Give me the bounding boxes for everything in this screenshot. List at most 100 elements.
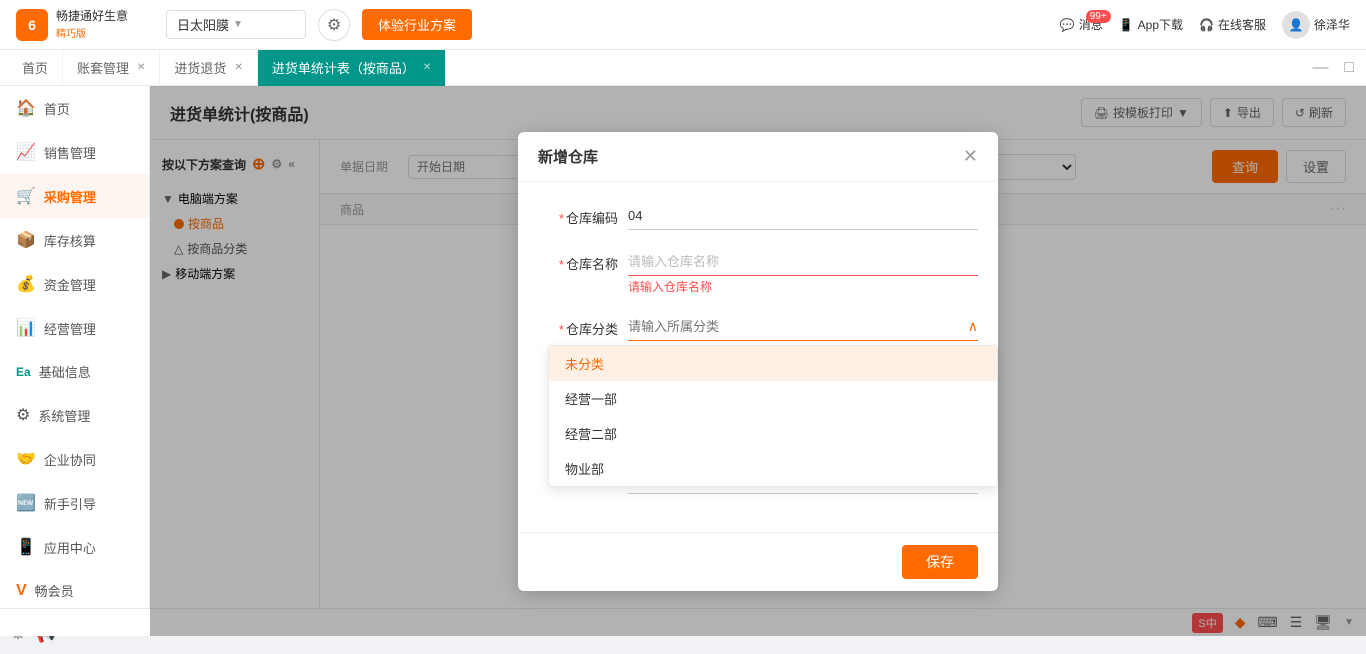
sidebar-item-finance-label: 资金管理: [44, 275, 96, 294]
settings-icon[interactable]: ⚙: [318, 9, 350, 41]
tab-purchase-return[interactable]: 进货退货 ✕: [160, 50, 257, 86]
sidebar-item-inventory[interactable]: 📦 库存核算: [0, 218, 149, 262]
form-row-category: 仓库分类 ∧ 未分类 经营一部 经营二部 物业部: [538, 313, 978, 341]
purchase-icon: 🛒: [16, 186, 36, 206]
online-service-label: 在线客服: [1218, 16, 1266, 33]
top-bar: 6 畅捷通好生意 精巧版 日太阳膜 ▼ ⚙ 体验行业方案 💬 消息 99+ 📱 …: [0, 0, 1366, 50]
sidebar-item-basic-info-label: 基础信息: [39, 362, 91, 381]
sidebar-item-apps-label: 应用中心: [44, 538, 96, 557]
sidebar-item-system-label: 系统管理: [38, 406, 90, 425]
sidebar-item-basic-info[interactable]: Ea 基础信息: [0, 350, 149, 393]
warehouse-category-input[interactable]: [628, 313, 968, 340]
tab-home-label: 首页: [22, 58, 48, 77]
modal-close-btn[interactable]: ✕: [963, 146, 978, 167]
modal-overlay: 新增仓库 ✕ 仓库编码 仓库名称: [150, 86, 1366, 636]
sidebar-item-membership[interactable]: V 畅会员: [0, 569, 149, 612]
warehouse-code-field-wrap: [628, 202, 978, 230]
app-download-item[interactable]: 📱 App下载: [1119, 16, 1183, 33]
message-icon: 💬: [1060, 18, 1075, 32]
management-icon: 📊: [16, 318, 36, 338]
dropdown-item-3[interactable]: 物业部: [549, 451, 997, 486]
dropdown-list: 未分类 经营一部 经营二部 物业部: [548, 345, 998, 487]
warehouse-category-label: 仓库分类: [538, 313, 618, 338]
logo-icon: 6: [16, 9, 48, 41]
modal-footer: 保存: [518, 532, 998, 591]
warehouse-code-input[interactable]: [628, 202, 978, 230]
sidebar-item-sales[interactable]: 📈 销售管理: [0, 130, 149, 174]
warehouse-name-input[interactable]: [628, 248, 978, 276]
sidebar-item-home[interactable]: 🏠 首页: [0, 86, 149, 130]
sidebar-item-management[interactable]: 📊 经营管理: [0, 306, 149, 350]
close-tab-purchase-stat[interactable]: ✕: [423, 62, 431, 73]
apps-icon: 📱: [16, 537, 36, 557]
sidebar-item-inventory-label: 库存核算: [44, 231, 96, 250]
modal-body: 仓库编码 仓库名称 请输入仓库名称: [518, 182, 998, 532]
store-arrow-icon: ▼: [233, 19, 243, 30]
app-download-icon: 📱: [1119, 18, 1134, 32]
sidebar-item-purchase[interactable]: 🛒 采购管理: [0, 174, 149, 218]
tab-account-label: 账套管理: [77, 58, 129, 77]
sidebar-item-management-label: 经营管理: [44, 319, 96, 338]
sidebar-item-purchase-label: 采购管理: [44, 187, 96, 206]
warehouse-category-dropdown: ∧ 未分类 经营一部 经营二部 物业部: [628, 313, 978, 341]
dropdown-arrow-icon[interactable]: ∧: [968, 318, 978, 335]
headset-icon: 🎧: [1199, 18, 1214, 32]
sales-icon: 📈: [16, 142, 36, 162]
store-selector[interactable]: 日太阳膜 ▼: [166, 10, 306, 39]
warehouse-name-error: 请输入仓库名称: [628, 278, 978, 295]
username: 徐泽华: [1314, 16, 1350, 33]
top-right: 💬 消息 99+ 📱 App下载 🎧 在线客服 👤 徐泽华: [1060, 11, 1350, 39]
logo-text: 畅捷通好生意: [56, 9, 128, 25]
tab-bar-actions: — □: [1308, 59, 1358, 77]
sidebar-item-sales-label: 销售管理: [44, 143, 96, 162]
inventory-icon: 📦: [16, 230, 36, 250]
tab-purchase-stat[interactable]: 进货单统计表（按商品） ✕: [258, 50, 446, 86]
store-name: 日太阳膜: [177, 15, 229, 34]
message-badge: 99+: [1086, 10, 1111, 23]
sidebar-item-enterprise[interactable]: 🤝 企业协同: [0, 437, 149, 481]
app-download-label: App下载: [1138, 16, 1183, 33]
warehouse-code-label: 仓库编码: [538, 202, 618, 227]
dropdown-input-row: ∧: [628, 313, 978, 341]
basic-info-icon: Ea: [16, 365, 31, 379]
trial-btn[interactable]: 体验行业方案: [362, 9, 472, 40]
sidebar: 🏠 首页 📈 销售管理 🛒 采购管理 📦 库存核算 💰 资金管理 📊 经营管理 …: [0, 86, 150, 636]
message-item[interactable]: 💬 消息 99+: [1060, 16, 1103, 33]
sidebar-item-guide-label: 新手引导: [44, 494, 96, 513]
sidebar-item-membership-label: 畅会员: [35, 581, 74, 600]
online-service-item[interactable]: 🎧 在线客服: [1199, 16, 1266, 33]
sidebar-item-system[interactable]: ⚙ 系统管理: [0, 393, 149, 437]
dropdown-item-0[interactable]: 未分类: [549, 346, 997, 381]
logo-sub: 精巧版: [56, 25, 128, 40]
main-layout: 🏠 首页 📈 销售管理 🛒 采购管理 📦 库存核算 💰 资金管理 📊 经营管理 …: [0, 86, 1366, 636]
sidebar-item-enterprise-label: 企业协同: [44, 450, 96, 469]
sidebar-item-home-label: 首页: [44, 99, 70, 118]
warehouse-name-field-wrap: 请输入仓库名称: [628, 248, 978, 295]
finance-icon: 💰: [16, 274, 36, 294]
tab-maximize-icon[interactable]: □: [1340, 59, 1358, 77]
save-btn[interactable]: 保存: [902, 545, 978, 579]
sidebar-item-guide[interactable]: 🆕 新手引导: [0, 481, 149, 525]
tab-minimize-icon[interactable]: —: [1308, 59, 1332, 77]
logo-area: 6 畅捷通好生意 精巧版: [16, 9, 166, 41]
tab-home[interactable]: 首页: [8, 50, 63, 86]
close-tab-purchase-return[interactable]: ✕: [234, 62, 242, 73]
form-row-name: 仓库名称 请输入仓库名称: [538, 248, 978, 295]
dropdown-item-2[interactable]: 经营二部: [549, 416, 997, 451]
tab-account[interactable]: 账套管理 ✕: [63, 50, 160, 86]
user-item[interactable]: 👤 徐泽华: [1282, 11, 1350, 39]
sidebar-item-finance[interactable]: 💰 资金管理: [0, 262, 149, 306]
modal-header: 新增仓库 ✕: [518, 132, 998, 182]
sidebar-item-apps[interactable]: 📱 应用中心: [0, 525, 149, 569]
dropdown-item-1[interactable]: 经营一部: [549, 381, 997, 416]
membership-icon: V: [16, 582, 27, 600]
enterprise-icon: 🤝: [16, 449, 36, 469]
guide-icon: 🆕: [16, 493, 36, 513]
system-icon: ⚙: [16, 405, 30, 425]
tab-purchase-return-label: 进货退货: [174, 58, 226, 77]
top-center: 日太阳膜 ▼ ⚙ 体验行业方案: [166, 9, 1060, 41]
close-tab-account[interactable]: ✕: [137, 62, 145, 73]
tab-purchase-stat-label: 进货单统计表（按商品）: [272, 58, 415, 77]
modal-title: 新增仓库: [538, 146, 598, 167]
new-warehouse-modal: 新增仓库 ✕ 仓库编码 仓库名称: [518, 132, 998, 591]
